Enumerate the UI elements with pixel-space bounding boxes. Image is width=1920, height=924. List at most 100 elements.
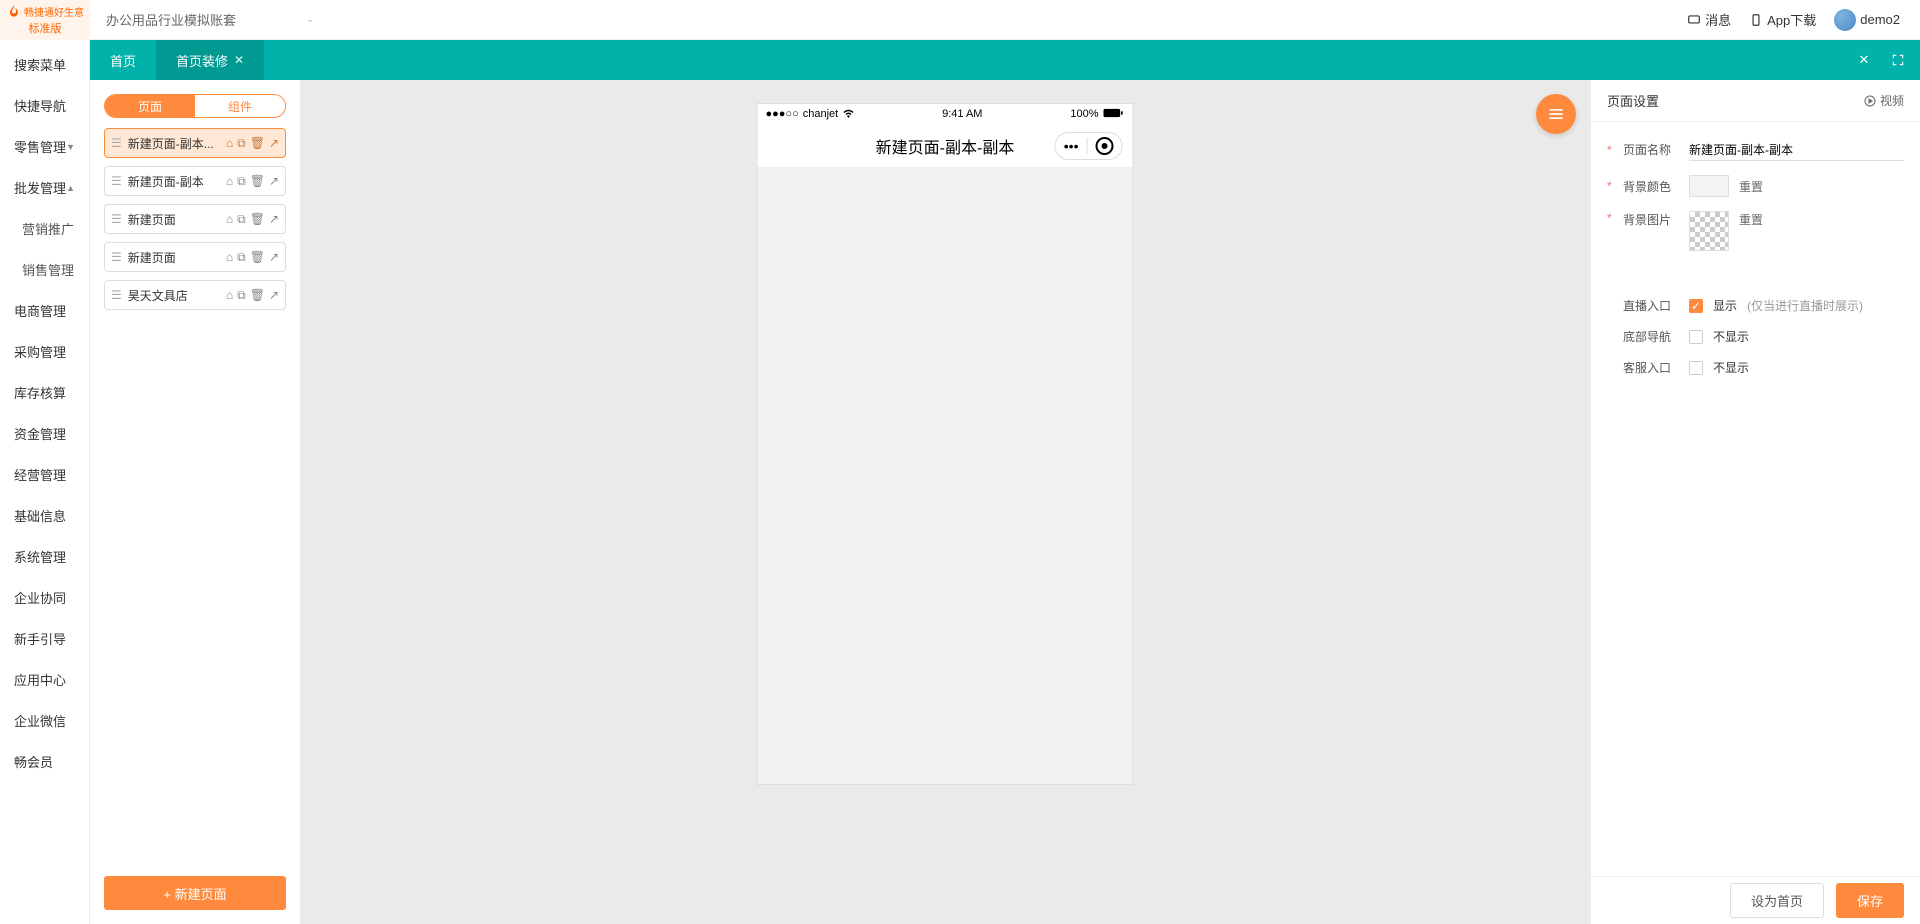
drag-icon[interactable]: ☰ bbox=[111, 250, 122, 264]
bg-image-picker[interactable] bbox=[1689, 211, 1729, 251]
canvas: ●●●○○ chanjet 9:41 AM 100% bbox=[300, 80, 1590, 924]
label-bg-color: 背景颜色 bbox=[1623, 178, 1679, 195]
sidebar-item-inventory[interactable]: 库存核算 bbox=[0, 372, 89, 413]
page-item[interactable]: ☰ 新建页面-副本... ⌂ ⧉ 🗑 ↗ bbox=[104, 128, 286, 158]
label-bottom-nav: 底部导航 bbox=[1623, 328, 1679, 345]
copy-icon[interactable]: ⧉ bbox=[237, 174, 246, 189]
more-icon: ••• bbox=[1064, 138, 1079, 154]
app-download-button[interactable]: App下载 bbox=[1749, 10, 1816, 29]
delete-icon[interactable]: 🗑 bbox=[250, 174, 265, 189]
page-panel: 页面 组件 ☰ 新建页面-副本... ⌂ ⧉ 🗑 ↗ bbox=[90, 80, 300, 924]
drag-icon[interactable]: ☰ bbox=[111, 136, 122, 150]
home-icon[interactable]: ⌂ bbox=[226, 212, 233, 227]
top-actions: 消息 App下载 demo2 bbox=[1687, 9, 1920, 31]
sidebar-item-system[interactable]: 系统管理 bbox=[0, 536, 89, 577]
drag-icon[interactable]: ☰ bbox=[111, 288, 122, 302]
fullscreen-button[interactable] bbox=[1884, 46, 1912, 74]
phone-body[interactable] bbox=[758, 168, 1133, 784]
brand-tag: 标准版 bbox=[29, 20, 62, 36]
sidebar-item-wechat[interactable]: 企业微信 bbox=[0, 700, 89, 741]
checkbox-bottom-nav[interactable] bbox=[1689, 330, 1703, 344]
sidebar-item-ecommerce[interactable]: 电商管理 bbox=[0, 290, 89, 331]
share-icon[interactable]: ↗ bbox=[269, 288, 279, 303]
share-icon[interactable]: ↗ bbox=[269, 136, 279, 151]
copy-icon[interactable]: ⧉ bbox=[237, 288, 246, 303]
video-link[interactable]: 视频 bbox=[1864, 92, 1904, 109]
seg-page[interactable]: 页面 bbox=[105, 95, 195, 117]
save-button[interactable]: 保存 bbox=[1836, 883, 1904, 918]
page-item[interactable]: ☰ 新建页面-副本 ⌂⧉🗑↗ bbox=[104, 166, 286, 196]
new-page-button[interactable]: + 新建页面 bbox=[104, 876, 286, 910]
chevron-down-icon: ⌄ bbox=[306, 14, 314, 25]
copy-icon[interactable]: ⧉ bbox=[237, 136, 246, 151]
delete-icon[interactable]: 🗑 bbox=[250, 212, 265, 227]
brand-logo: 畅捷通好生意 标准版 bbox=[0, 0, 90, 40]
sidebar-item-retail[interactable]: 零售管理▼ bbox=[0, 126, 89, 167]
share-icon[interactable]: ↗ bbox=[269, 212, 279, 227]
brand-line1: 畅捷通好生意 bbox=[24, 4, 84, 19]
tab-designer[interactable]: 首页装修 ✕ bbox=[156, 40, 264, 80]
settings-title: 页面设置 bbox=[1607, 91, 1659, 110]
page-item[interactable]: ☰ 昊天文具店 ⌂⧉🗑↗ bbox=[104, 280, 286, 310]
target-icon bbox=[1096, 137, 1114, 155]
sidebar-item-search[interactable]: 搜索菜单 bbox=[0, 44, 89, 85]
page-item[interactable]: ☰ 新建页面 ⌂⧉🗑↗ bbox=[104, 242, 286, 272]
phone-preview: ●●●○○ chanjet 9:41 AM 100% bbox=[758, 104, 1133, 784]
set-home-button[interactable]: 设为首页 bbox=[1730, 883, 1824, 918]
close-all-button[interactable]: ✕ bbox=[1850, 46, 1878, 74]
messages-button[interactable]: 消息 bbox=[1687, 10, 1731, 29]
home-icon[interactable]: ⌂ bbox=[226, 136, 233, 151]
miniprogram-capsule[interactable]: ••• bbox=[1055, 132, 1123, 160]
sidebar-item-operation[interactable]: 经营管理 bbox=[0, 454, 89, 495]
share-icon[interactable]: ↗ bbox=[269, 250, 279, 265]
sidebar-item-sales[interactable]: 销售管理 bbox=[0, 249, 89, 290]
label-cs: 客服入口 bbox=[1623, 359, 1679, 376]
fullscreen-icon bbox=[1891, 53, 1905, 67]
designer: 页面 组件 ☰ 新建页面-副本... ⌂ ⧉ 🗑 ↗ bbox=[90, 80, 1920, 924]
copy-icon[interactable]: ⧉ bbox=[237, 250, 246, 265]
delete-icon[interactable]: 🗑 bbox=[250, 250, 265, 265]
sidebar-item-marketing[interactable]: 营销推广 bbox=[0, 208, 89, 249]
sidebar-item-wholesale[interactable]: 批发管理▲ bbox=[0, 167, 89, 208]
page-name-input[interactable] bbox=[1689, 138, 1904, 161]
sidebar-item-member[interactable]: 畅会员 bbox=[0, 741, 89, 782]
home-icon[interactable]: ⌂ bbox=[226, 288, 233, 303]
caret-down-icon: ▼ bbox=[66, 142, 75, 152]
checkbox-live[interactable]: ✓ bbox=[1689, 299, 1703, 313]
checkbox-cs[interactable] bbox=[1689, 361, 1703, 375]
home-icon[interactable]: ⌂ bbox=[226, 174, 233, 189]
drag-icon[interactable]: ☰ bbox=[111, 174, 122, 188]
copy-icon[interactable]: ⧉ bbox=[237, 212, 246, 227]
page-list: ☰ 新建页面-副本... ⌂ ⧉ 🗑 ↗ ☰ 新建页面-副本 bbox=[104, 128, 286, 310]
float-menu-button[interactable] bbox=[1536, 94, 1576, 134]
user-menu[interactable]: demo2 bbox=[1834, 9, 1900, 31]
account-selector[interactable]: 办公用品行业模拟账套 ⌄ bbox=[106, 10, 314, 29]
settings-footer: 设为首页 保存 bbox=[1591, 876, 1920, 924]
sidebar-item-guide[interactable]: 新手引导 bbox=[0, 618, 89, 659]
sidebar-item-collab[interactable]: 企业协同 bbox=[0, 577, 89, 618]
sidebar-item-finance[interactable]: 资金管理 bbox=[0, 413, 89, 454]
close-icon[interactable]: ✕ bbox=[234, 53, 244, 67]
sidebar-item-appcenter[interactable]: 应用中心 bbox=[0, 659, 89, 700]
label-bg-img: 背景图片 bbox=[1623, 211, 1679, 228]
drag-icon[interactable]: ☰ bbox=[111, 212, 122, 226]
bg-color-swatch[interactable] bbox=[1689, 175, 1729, 197]
reset-bg-color[interactable]: 重置 bbox=[1739, 178, 1763, 195]
reset-bg-img[interactable]: 重置 bbox=[1739, 211, 1763, 228]
sidebar-item-quicknav[interactable]: 快捷导航 bbox=[0, 85, 89, 126]
delete-icon[interactable]: 🗑 bbox=[250, 288, 265, 303]
account-name: 办公用品行业模拟账套 bbox=[106, 10, 236, 29]
sidebar-item-purchase[interactable]: 采购管理 bbox=[0, 331, 89, 372]
sidebar: 搜索菜单 快捷导航 零售管理▼ 批发管理▲ 营销推广 销售管理 电商管理 采购管… bbox=[0, 40, 90, 924]
seg-component[interactable]: 组件 bbox=[195, 95, 285, 117]
chat-icon bbox=[1687, 13, 1701, 27]
phone-status-bar: ●●●○○ chanjet 9:41 AM 100% bbox=[758, 104, 1133, 124]
page-item[interactable]: ☰ 新建页面 ⌂⧉🗑↗ bbox=[104, 204, 286, 234]
sidebar-item-basic[interactable]: 基础信息 bbox=[0, 495, 89, 536]
signal-icon: ●●●○○ bbox=[766, 108, 799, 120]
share-icon[interactable]: ↗ bbox=[269, 174, 279, 189]
home-icon[interactable]: ⌂ bbox=[226, 250, 233, 265]
delete-icon[interactable]: 🗑 bbox=[250, 136, 265, 151]
tab-home[interactable]: 首页 bbox=[90, 40, 156, 80]
phone-nav-bar: 新建页面-副本-副本 ••• bbox=[758, 124, 1133, 168]
